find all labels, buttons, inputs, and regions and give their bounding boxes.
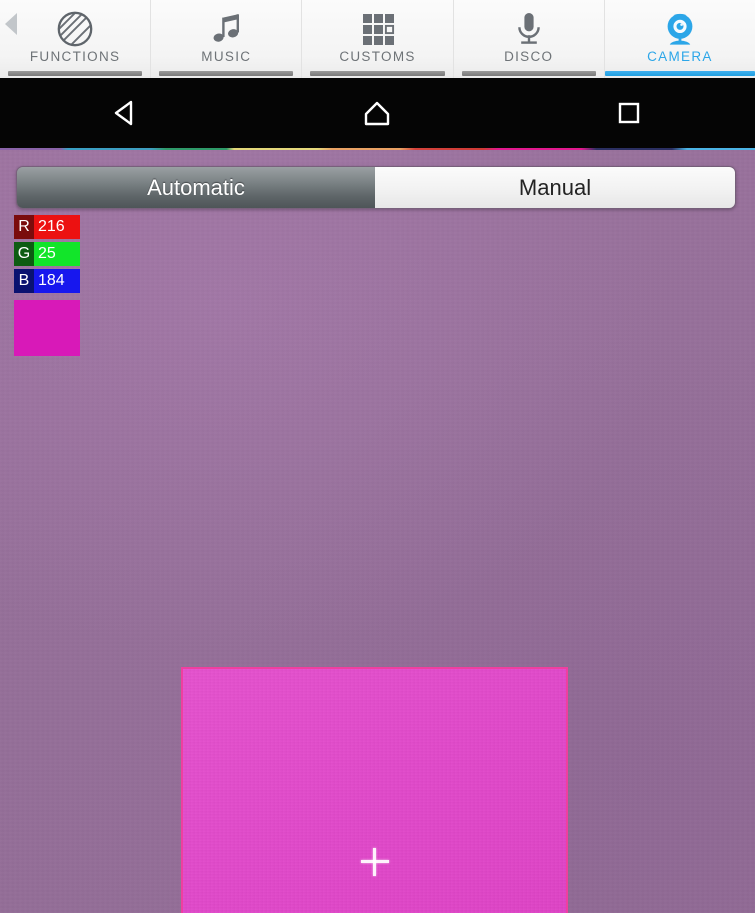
home-button[interactable] [332, 78, 422, 148]
tab-camera[interactable]: CAMERA [604, 0, 755, 78]
camera-color-picker-screen: FUNCTIONS MUSIC CUSTOMS DISCO CAMERA Aut… [0, 0, 755, 913]
top-tab-bar: FUNCTIONS MUSIC CUSTOMS DISCO CAMERA [0, 0, 755, 78]
rgb-label-blue: B [14, 269, 34, 293]
sample-region[interactable] [181, 667, 568, 913]
rgb-value-red: 216 [34, 215, 80, 239]
triangle-left-icon [114, 100, 133, 126]
rgb-label-red: R [14, 215, 34, 239]
square-icon [618, 102, 640, 124]
sample-region-texture [183, 669, 566, 913]
music-note-icon [205, 7, 247, 51]
webcam-icon [659, 7, 701, 51]
crosshair-icon [360, 847, 389, 876]
back-button[interactable] [81, 78, 171, 148]
rgb-value-green: 25 [34, 242, 80, 266]
rgb-readout: R 216 G 25 B 184 [14, 215, 80, 356]
tab-label-music: MUSIC [201, 49, 252, 64]
recents-button[interactable] [584, 78, 674, 148]
rgb-row-green: G 25 [14, 242, 80, 266]
tab-underline-customs [310, 71, 445, 76]
mode-switch: Automatic Manual [16, 166, 736, 209]
tab-label-functions: FUNCTIONS [29, 49, 121, 64]
microphone-icon [508, 7, 550, 51]
camera-preview[interactable] [0, 150, 755, 913]
mode-option-automatic[interactable]: Automatic [17, 167, 375, 208]
tab-customs[interactable]: CUSTOMS [302, 0, 454, 78]
tab-disco[interactable]: DISCO [454, 0, 605, 78]
tab-underline-functions [8, 71, 143, 76]
mode-option-manual[interactable]: Manual [375, 167, 735, 208]
tab-underline-camera [604, 71, 755, 76]
tab-music[interactable]: MUSIC [151, 0, 303, 78]
tab-functions[interactable]: FUNCTIONS [0, 0, 152, 78]
rgb-row-blue: B 184 [14, 269, 80, 293]
android-navigation-bar [0, 78, 755, 148]
tab-label-camera: CAMERA [647, 49, 713, 64]
rgb-label-green: G [14, 242, 34, 266]
tab-underline-disco [461, 71, 596, 76]
rgb-row-red: R 216 [14, 215, 80, 239]
color-swatch [14, 300, 80, 356]
tab-underline-music [159, 71, 294, 76]
rgb-value-blue: 184 [34, 269, 80, 293]
home-icon [365, 101, 390, 126]
tab-label-customs: CUSTOMS [339, 49, 416, 64]
hatched-circle-icon [54, 7, 96, 51]
tab-label-disco: DISCO [504, 49, 554, 64]
grid-squares-icon [357, 7, 399, 51]
